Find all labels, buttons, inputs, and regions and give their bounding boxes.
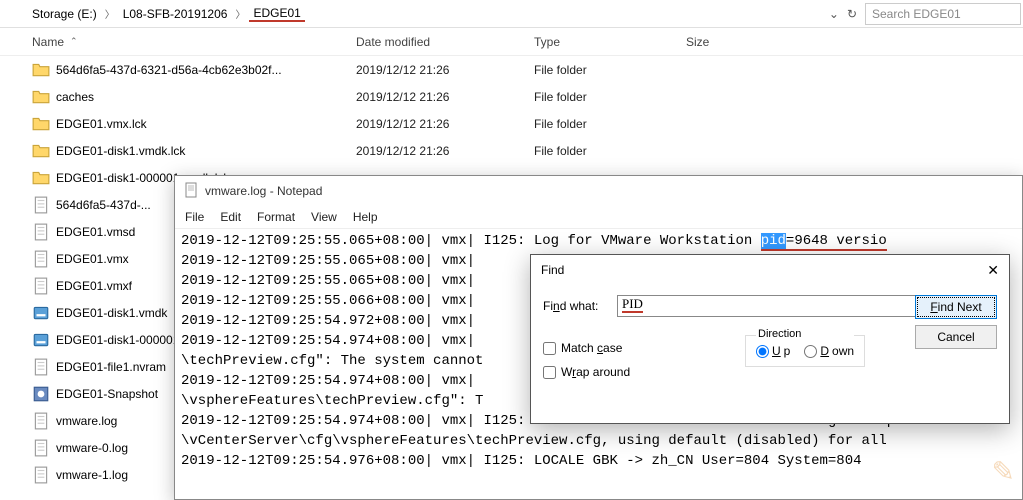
direction-up-radio[interactable]: Up [756,344,790,358]
search-input[interactable]: Search EDGE01 [865,3,1021,25]
file-name: EDGE01-disk1.vmdk.lck [56,144,356,158]
direction-group: Direction Up Down [745,335,865,367]
snap-icon [32,385,50,403]
menu-edit[interactable]: Edit [220,210,241,224]
breadcrumb[interactable]: Storage (E:) 〉 L08-SFB-20191206 〉 EDGE01 [0,6,821,22]
folder-icon [32,142,50,160]
dropdown-icon[interactable]: ⌄ [829,7,839,21]
file-type: File folder [534,90,686,104]
wrap-around-checkbox[interactable]: Wrap around [543,365,997,379]
menu-view[interactable]: View [311,210,337,224]
file-row[interactable]: caches2019/12/12 21:26File folder [0,83,1023,110]
file-icon [32,466,50,484]
file-date: 2019/12/12 21:26 [356,90,534,104]
file-date: 2019/12/12 21:26 [356,63,534,77]
file-date: 2019/12/12 21:26 [356,117,534,131]
menu-file[interactable]: File [185,210,204,224]
file-icon [32,250,50,268]
column-headers[interactable]: Name⌃ Date modified Type Size [0,28,1023,56]
chevron-right-icon: 〉 [101,6,119,21]
close-icon[interactable]: ✕ [987,262,999,279]
column-type[interactable]: Type [534,35,686,49]
menu-format[interactable]: Format [257,210,295,224]
file-row[interactable]: 564d6fa5-437d-6321-d56a-4cb62e3b02f...20… [0,56,1023,83]
breadcrumb-item[interactable]: L08-SFB-20191206 [119,7,232,21]
notepad-title: vmware.log - Notepad [205,184,322,198]
notepad-menubar[interactable]: File Edit Format View Help [175,206,1022,229]
sort-asc-icon: ⌃ [70,36,78,47]
refresh-icon[interactable]: ↻ [847,7,857,21]
folder-icon [32,88,50,106]
find-next-button[interactable]: Find Next [915,295,997,319]
column-name: Name⌃ [32,35,356,49]
file-icon [32,412,50,430]
direction-label: Direction [756,328,854,340]
menu-help[interactable]: Help [353,210,378,224]
file-name: caches [56,90,356,104]
file-icon [32,277,50,295]
chevron-right-icon: 〉 [231,6,249,21]
column-size[interactable]: Size [686,35,806,49]
file-icon [32,439,50,457]
file-icon [32,223,50,241]
document-icon [183,182,199,201]
file-type: File folder [534,144,686,158]
folder-icon [32,169,50,187]
folder-icon [32,115,50,133]
column-date[interactable]: Date modified [356,35,534,49]
cancel-button[interactable]: Cancel [915,325,997,349]
file-row[interactable]: EDGE01-disk1.vmdk.lck2019/12/12 21:26Fil… [0,137,1023,164]
file-date: 2019/12/12 21:26 [356,144,534,158]
find-titlebar[interactable]: Find ✕ [531,255,1009,285]
file-name: EDGE01.vmx.lck [56,117,356,131]
file-icon [32,358,50,376]
file-name: 564d6fa5-437d-6321-d56a-4cb62e3b02f... [56,63,356,77]
find-title: Find [541,263,564,277]
file-icon [32,196,50,214]
vmdk-icon [32,331,50,349]
breadcrumb-item[interactable]: Storage (E:) [28,7,101,21]
watermark-icon: ✎ [992,455,1015,488]
notepad-titlebar[interactable]: vmware.log - Notepad [175,176,1022,206]
find-dialog: Find ✕ Find what: PID Match case Wrap ar… [530,254,1010,424]
vmdk-icon [32,304,50,322]
file-row[interactable]: EDGE01.vmx.lck2019/12/12 21:26File folde… [0,110,1023,137]
breadcrumb-item-current[interactable]: EDGE01 [249,6,304,22]
direction-down-radio[interactable]: Down [804,344,854,358]
find-what-label: Find what: [543,299,607,313]
file-type: File folder [534,117,686,131]
address-bar: Storage (E:) 〉 L08-SFB-20191206 〉 EDGE01… [0,0,1023,28]
file-type: File folder [534,63,686,77]
folder-icon [32,61,50,79]
